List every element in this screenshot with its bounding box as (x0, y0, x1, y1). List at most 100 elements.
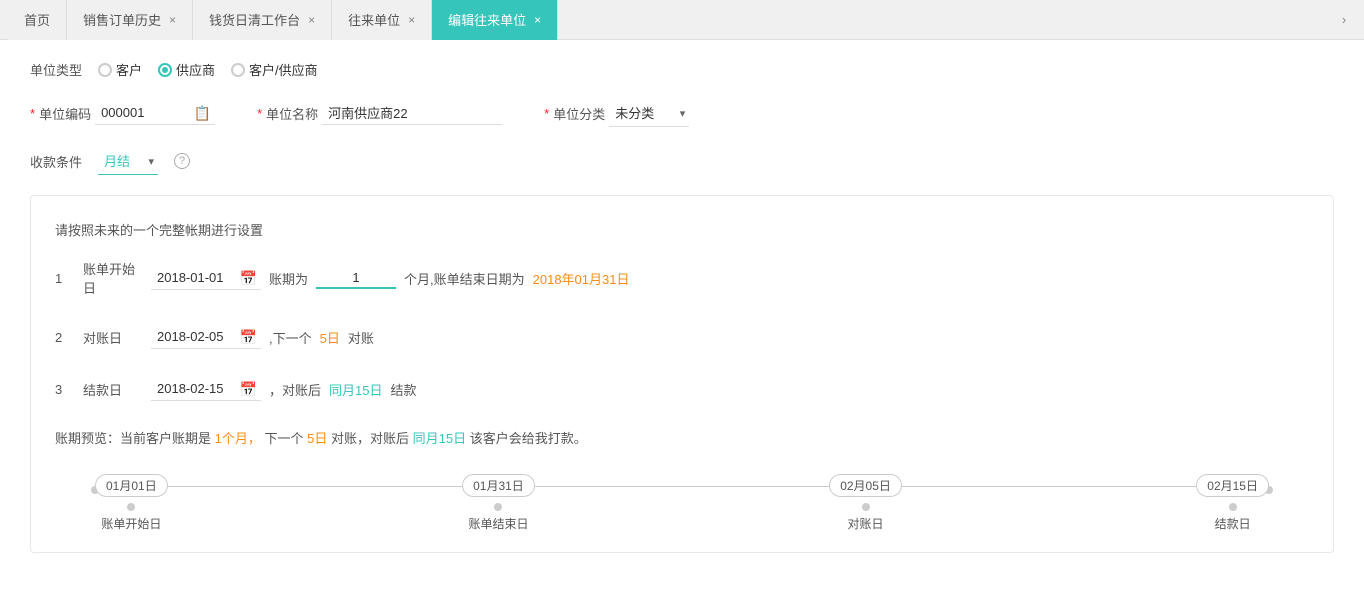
tab-partners-close[interactable]: × (408, 13, 415, 27)
setting-row-2: 2 对账日 📅 ,下一个 5日 对账 (55, 325, 1309, 349)
row-2-date-wrapper: 📅 (151, 325, 261, 349)
tab-sales-history-close[interactable]: × (169, 13, 176, 27)
row-2-prefix: ,下一个 (269, 328, 312, 347)
setting-row-3: 3 结款日 📅 ，对账后 同月15日 结款 (55, 377, 1309, 401)
timeline-badge-1: 01月31日 (462, 474, 535, 497)
preview-text: 账期预览：当前客户账期是 1个月， 下一个 5日 对账，对账后 同月15日 该客… (55, 429, 1309, 450)
row-1-calendar-icon[interactable]: 📅 (240, 270, 257, 287)
timeline-node-dot-2 (862, 503, 870, 511)
months-input[interactable] (316, 268, 396, 289)
payment-condition-label: 收款条件 (30, 152, 82, 171)
tabs-more-button[interactable]: › (1332, 0, 1356, 40)
row-3-prefix: ，对账后 (269, 380, 321, 399)
unit-type-label: 单位类型 (30, 60, 82, 79)
unit-category-value: 未分类 (609, 99, 689, 127)
radio-supplier-label: 供应商 (176, 60, 215, 79)
unit-code-label: 单位编码 (39, 104, 91, 123)
preview-highlight1: 1个月， (215, 431, 261, 446)
preview-highlight3: 同月15日 (413, 431, 466, 446)
payment-condition-value: 月结 (98, 147, 158, 175)
tab-partners[interactable]: 往来单位 × (332, 0, 432, 40)
unit-type-radio-group: 客户 供应商 客户/供应商 (98, 60, 318, 79)
row-3-calendar-icon[interactable]: 📅 (240, 381, 257, 398)
page-content: 单位类型 客户 供应商 客户/供应商 * 单位编码 📋 (0, 40, 1364, 608)
row-3-date-wrapper: 📅 (151, 377, 261, 401)
row-2-number: 2 (55, 330, 75, 345)
row-1-months-suffix: 个月,账单结束日期为 (404, 269, 525, 288)
tab-sales-history[interactable]: 销售订单历史 × (67, 0, 193, 40)
tab-sales-history-label: 销售订单历史 (83, 10, 161, 29)
row-2-highlight: 5日 (320, 328, 340, 347)
preview-middle2: 对账，对账后 (331, 431, 409, 446)
tabs-bar: 首页 销售订单历史 × 钱货日清工作台 × 往来单位 × 编辑往来单位 × › (0, 0, 1364, 40)
timeline-node-label-3: 结款日 (1215, 515, 1251, 532)
timeline-node-dot-0 (127, 503, 135, 511)
timeline-node-dot-1 (494, 503, 502, 511)
timeline-badge-0: 01月01日 (95, 474, 168, 497)
tab-edit-partner-close[interactable]: × (534, 13, 541, 27)
tab-edit-partner-label: 编辑往来单位 (448, 10, 526, 29)
timeline-badge-3: 02月15日 (1196, 474, 1269, 497)
unit-name-group: * 单位名称 (257, 101, 502, 125)
timeline-badge-2: 02月05日 (829, 474, 902, 497)
radio-both-label: 客户/供应商 (249, 60, 318, 79)
timeline-node-dot-3 (1229, 503, 1237, 511)
radio-both[interactable]: 客户/供应商 (231, 60, 318, 79)
payment-condition-select-wrapper[interactable]: 月结 ▾ (98, 147, 158, 175)
payment-condition-row: 收款条件 月结 ▾ ? (30, 147, 1334, 175)
row-3-suffix: 结款 (390, 380, 416, 399)
row-2-calendar-icon[interactable]: 📅 (240, 329, 257, 346)
tab-home[interactable]: 首页 (8, 0, 67, 40)
help-icon[interactable]: ? (174, 153, 190, 169)
preview-middle: 下一个 (265, 431, 304, 446)
radio-supplier[interactable]: 供应商 (158, 60, 215, 79)
unit-category-label: 单位分类 (553, 104, 605, 123)
timeline-node-3: 02月15日 结款日 (1196, 474, 1269, 532)
setting-row-1: 1 账单开始日 📅 账期为 个月,账单结束日期为 2018年01月31日 (55, 259, 1309, 297)
row-2-type: 对账日 (83, 328, 143, 347)
unit-code-calendar-icon[interactable]: 📋 (194, 105, 211, 122)
row-1-end-date: 2018年01月31日 (533, 269, 630, 288)
unit-type-row: 单位类型 客户 供应商 客户/供应商 (30, 60, 1334, 79)
row-2-suffix: 对账 (348, 328, 374, 347)
timeline-node-0: 01月01日 账单开始日 (95, 474, 168, 532)
settings-card: 请按照未来的一个完整帐期进行设置 1 账单开始日 📅 账期为 个月,账单结束日期… (30, 195, 1334, 553)
unit-code-input-wrapper: 📋 (95, 101, 215, 125)
preview-suffix: 该客户会给我打款。 (470, 431, 587, 446)
unit-category-select-wrapper: 未分类 ▾ (609, 99, 689, 127)
timeline-node-2: 02月05日 对账日 (829, 474, 902, 532)
unit-category-group: * 单位分类 未分类 ▾ (544, 99, 689, 127)
row-1-suffix: 账期为 (269, 269, 308, 288)
row-3-number: 3 (55, 382, 75, 397)
row-1-date-wrapper: 📅 (151, 266, 261, 290)
radio-supplier-circle (158, 63, 172, 77)
unit-category-star: * (544, 106, 549, 121)
tab-home-label: 首页 (24, 10, 50, 29)
preview-highlight2: 5日 (307, 431, 327, 446)
timeline-node-label-2: 对账日 (848, 515, 884, 532)
tab-cash-work[interactable]: 钱货日清工作台 × (193, 0, 332, 40)
radio-customer-label: 客户 (116, 60, 142, 79)
radio-customer-circle (98, 63, 112, 77)
row-3-type: 结款日 (83, 380, 143, 399)
row-3-highlight: 同月15日 (329, 380, 382, 399)
timeline-node-label-1: 账单结束日 (468, 515, 528, 532)
tab-partners-label: 往来单位 (348, 10, 400, 29)
unit-code-star: * (30, 106, 35, 121)
unit-name-star: * (257, 106, 262, 121)
unit-name-input[interactable] (322, 101, 502, 125)
timeline-node-1: 01月31日 账单结束日 (462, 474, 535, 532)
tab-cash-work-label: 钱货日清工作台 (209, 10, 300, 29)
tab-edit-partner[interactable]: 编辑往来单位 × (432, 0, 558, 40)
radio-customer[interactable]: 客户 (98, 60, 142, 79)
row-1-type: 账单开始日 (83, 259, 143, 297)
timeline-node-label-0: 账单开始日 (101, 515, 161, 532)
radio-both-circle (231, 63, 245, 77)
unit-name-label: 单位名称 (266, 104, 318, 123)
timeline-container: 01月01日 账单开始日 01月31日 账单结束日 02月05日 对账日 02月… (55, 474, 1309, 532)
card-title: 请按照未来的一个完整帐期进行设置 (55, 220, 1309, 239)
unit-code-group: * 单位编码 📋 (30, 101, 215, 125)
row-1-number: 1 (55, 271, 75, 286)
timeline-nodes: 01月01日 账单开始日 01月31日 账单结束日 02月05日 对账日 02月… (95, 474, 1269, 532)
tab-cash-work-close[interactable]: × (308, 13, 315, 27)
